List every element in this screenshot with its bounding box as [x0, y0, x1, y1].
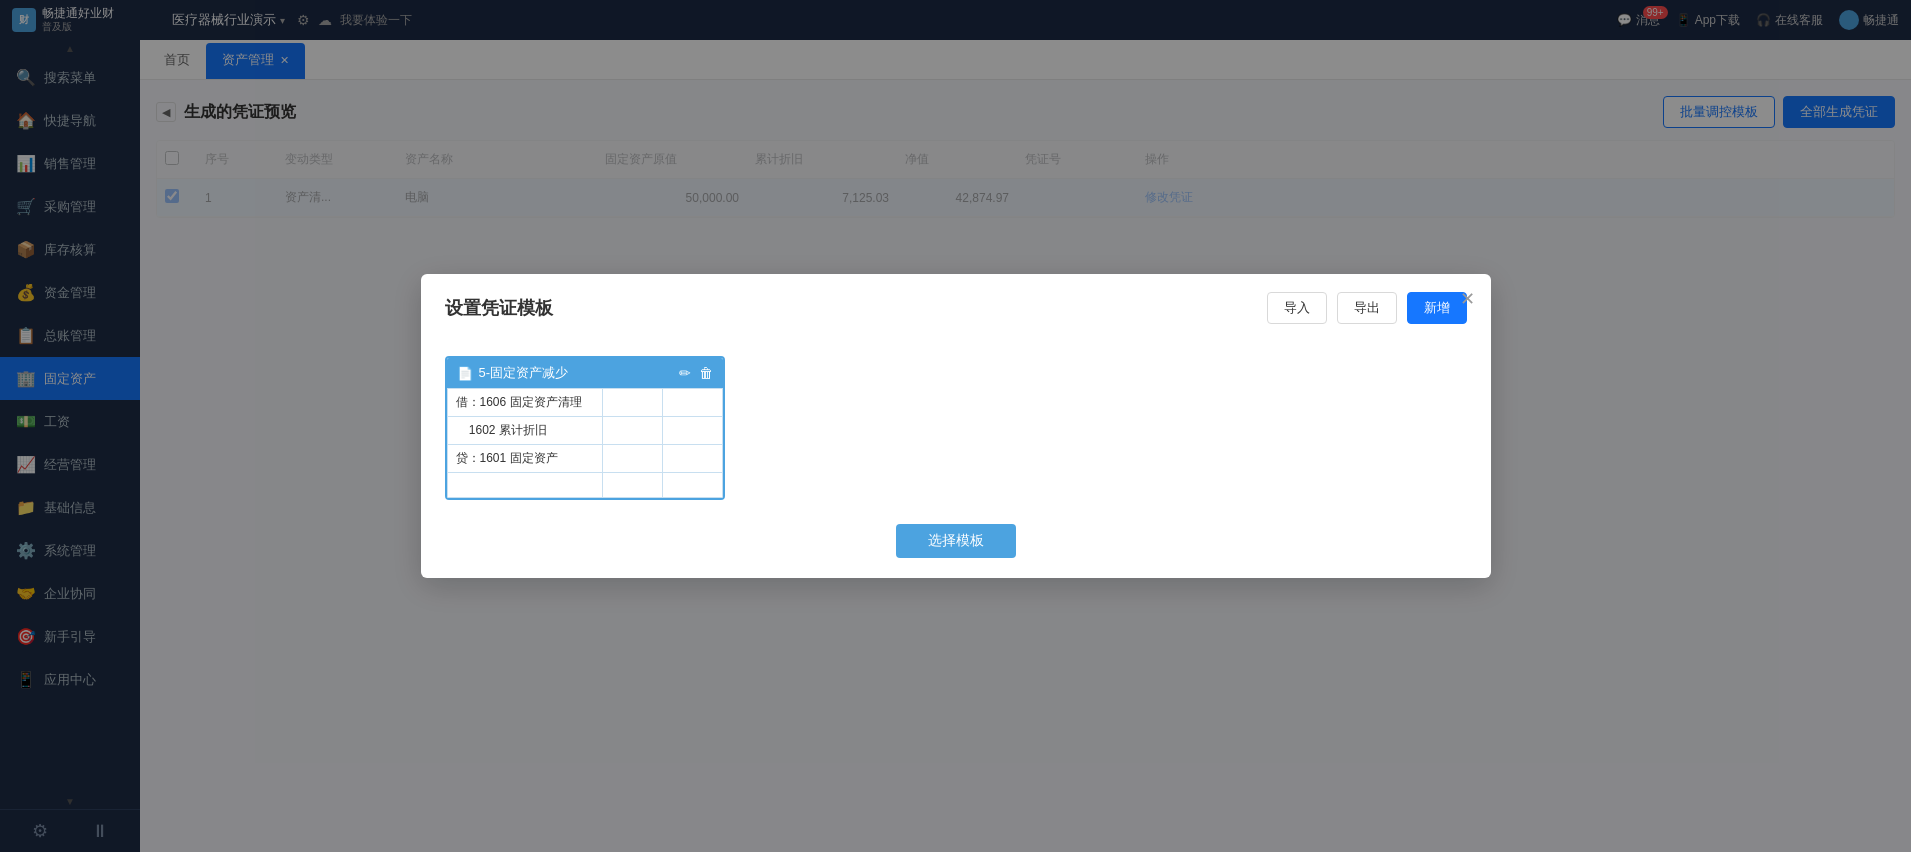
modal-overlay: 设置凭证模板 导入 导出 新增 ✕ 📄 5-固定资产减少 ✏ 🗑 [0, 0, 1911, 852]
select-template-button[interactable]: 选择模板 [896, 524, 1016, 558]
template-doc-icon: 📄 [457, 366, 473, 381]
new-button[interactable]: 新增 [1407, 292, 1467, 324]
empty-row [447, 473, 722, 498]
template-card: 📄 5-固定资产减少 ✏ 🗑 借：1606 固定资产清理 [445, 356, 725, 500]
edit-icon[interactable]: ✏ [679, 365, 691, 381]
delete-icon[interactable]: 🗑 [699, 365, 713, 381]
debit2-col1 [602, 417, 662, 445]
debit-col2 [662, 389, 722, 417]
template-name: 5-固定资产减少 [479, 364, 569, 382]
import-button[interactable]: 导入 [1267, 292, 1327, 324]
empty-cell-2 [602, 473, 662, 498]
template-card-header: 📄 5-固定资产减少 ✏ 🗑 [447, 358, 723, 388]
template-table: 借：1606 固定资产清理 1602 累计折旧 贷：1601 固定资产 [447, 388, 723, 498]
debit2-col2 [662, 417, 722, 445]
modal-close-button[interactable]: ✕ [1460, 288, 1475, 310]
credit-col2 [662, 445, 722, 473]
modal-title: 设置凭证模板 [445, 296, 553, 320]
modal-header-actions: 导入 导出 新增 [1267, 292, 1467, 324]
debit-col1 [602, 389, 662, 417]
template-card-actions: ✏ 🗑 [679, 365, 713, 381]
export-button[interactable]: 导出 [1337, 292, 1397, 324]
debit-label-1: 借：1606 固定资产清理 [447, 389, 602, 417]
debit-label-2: 1602 累计折旧 [447, 417, 602, 445]
debit-row-2: 1602 累计折旧 [447, 417, 722, 445]
empty-cell-1 [447, 473, 602, 498]
set-template-modal: 设置凭证模板 导入 导出 新增 ✕ 📄 5-固定资产减少 ✏ 🗑 [421, 274, 1491, 578]
debit-row-1: 借：1606 固定资产清理 [447, 389, 722, 417]
credit-label-1: 贷：1601 固定资产 [447, 445, 602, 473]
template-card-title: 📄 5-固定资产减少 [457, 364, 569, 382]
modal-header: 设置凭证模板 导入 导出 新增 ✕ [421, 274, 1491, 336]
modal-body: 📄 5-固定资产减少 ✏ 🗑 借：1606 固定资产清理 [421, 336, 1491, 578]
credit-row-1: 贷：1601 固定资产 [447, 445, 722, 473]
empty-cell-3 [662, 473, 722, 498]
credit-col1 [602, 445, 662, 473]
